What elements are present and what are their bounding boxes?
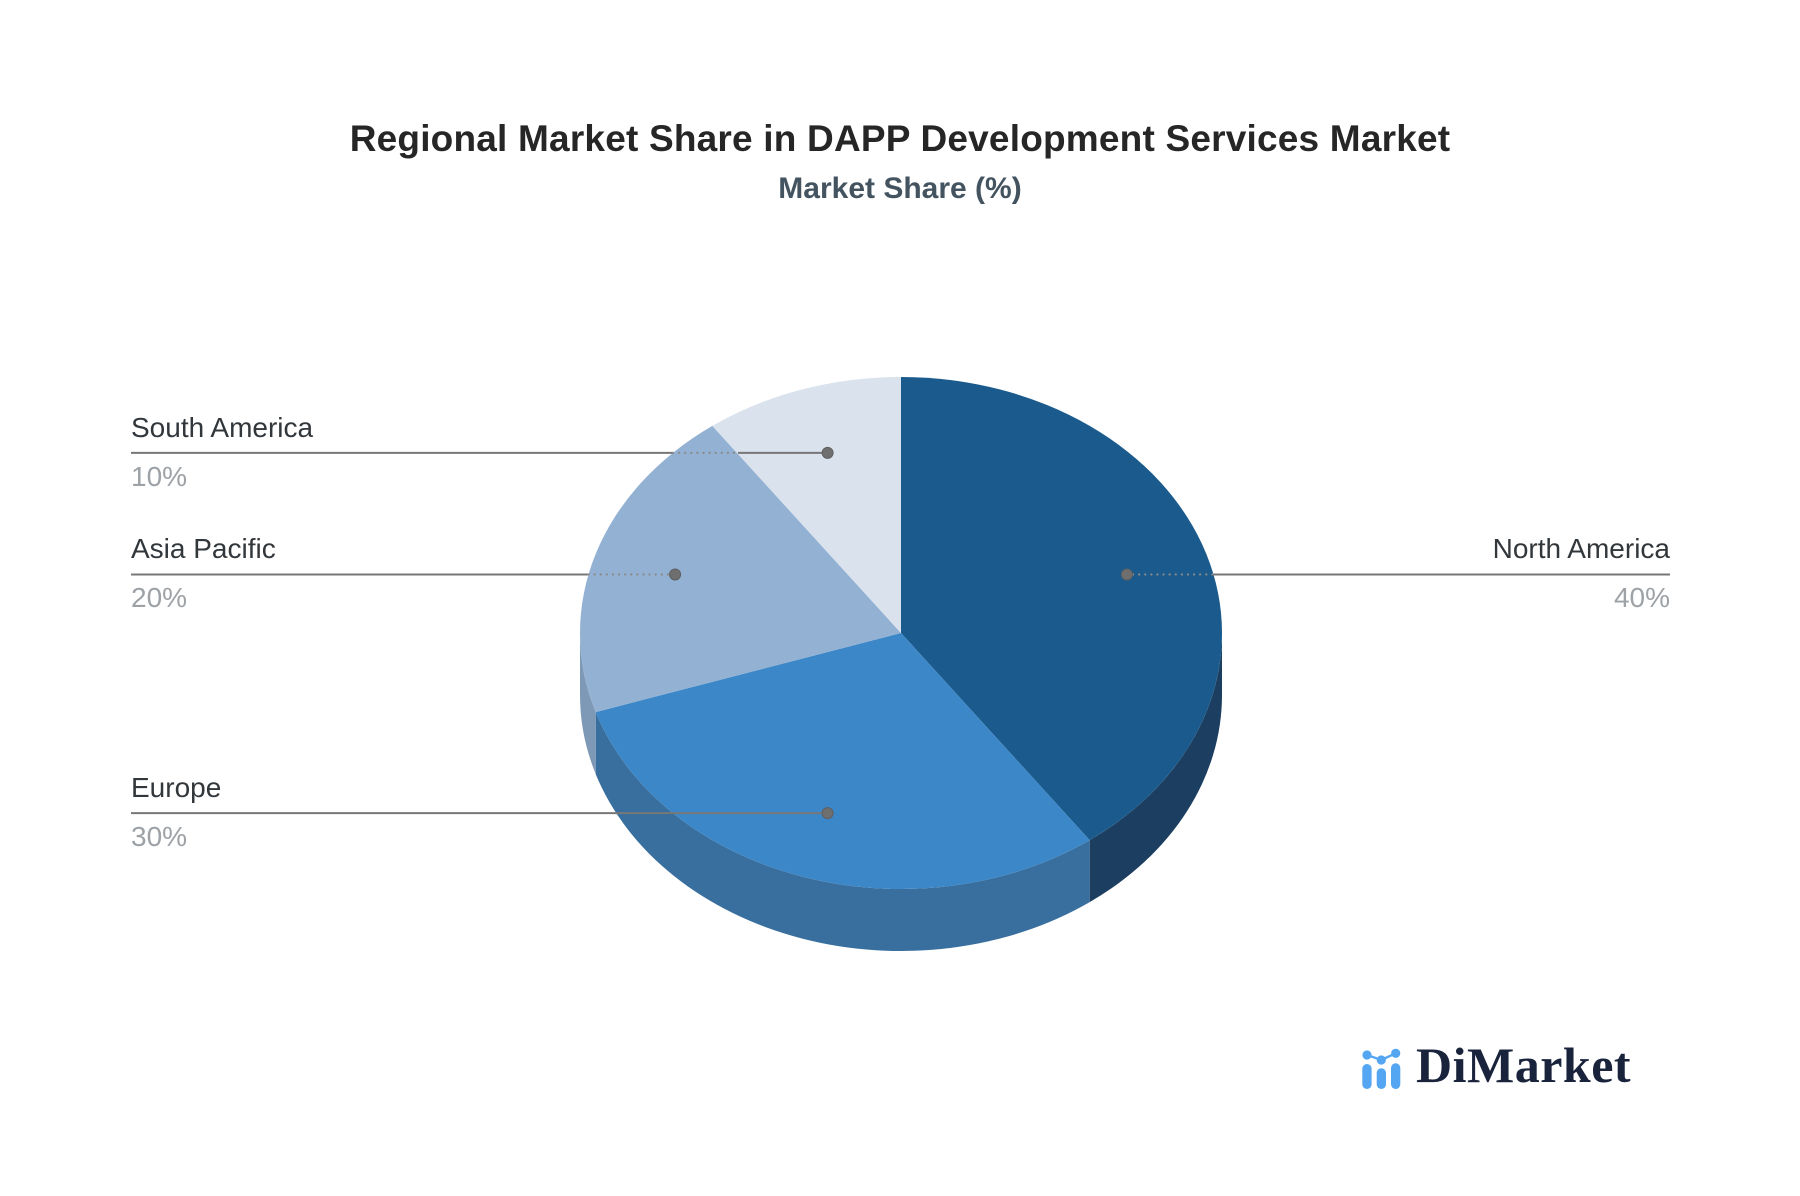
slice-label-asia-pacific: Asia Pacific [131,533,276,565]
leader-dot-north-america [1120,568,1133,581]
leader-dot-europe [821,807,834,820]
bar-line-chart-icon [1362,1048,1401,1089]
brand-logo: DiMarket [1362,1040,1631,1090]
chart-canvas: Regional Market Share in DAPP Developmen… [0,0,1800,1196]
slice-label-south-america: South America [131,411,314,443]
slice-label-europe: Europe [131,772,222,804]
slice-pct-south-america: 10% [131,460,188,492]
slice-pct-north-america: 40% [1613,582,1670,614]
leader-dot-asia-pacific [669,568,682,581]
brand-logo-text: DiMarket [1416,1037,1632,1093]
slice-pct-asia-pacific: 20% [131,582,188,614]
pie-chart [131,377,1670,951]
leader-dot-south-america [821,446,834,459]
slice-label-north-america: North America [1492,533,1670,565]
slice-pct-europe: 30% [131,821,188,853]
